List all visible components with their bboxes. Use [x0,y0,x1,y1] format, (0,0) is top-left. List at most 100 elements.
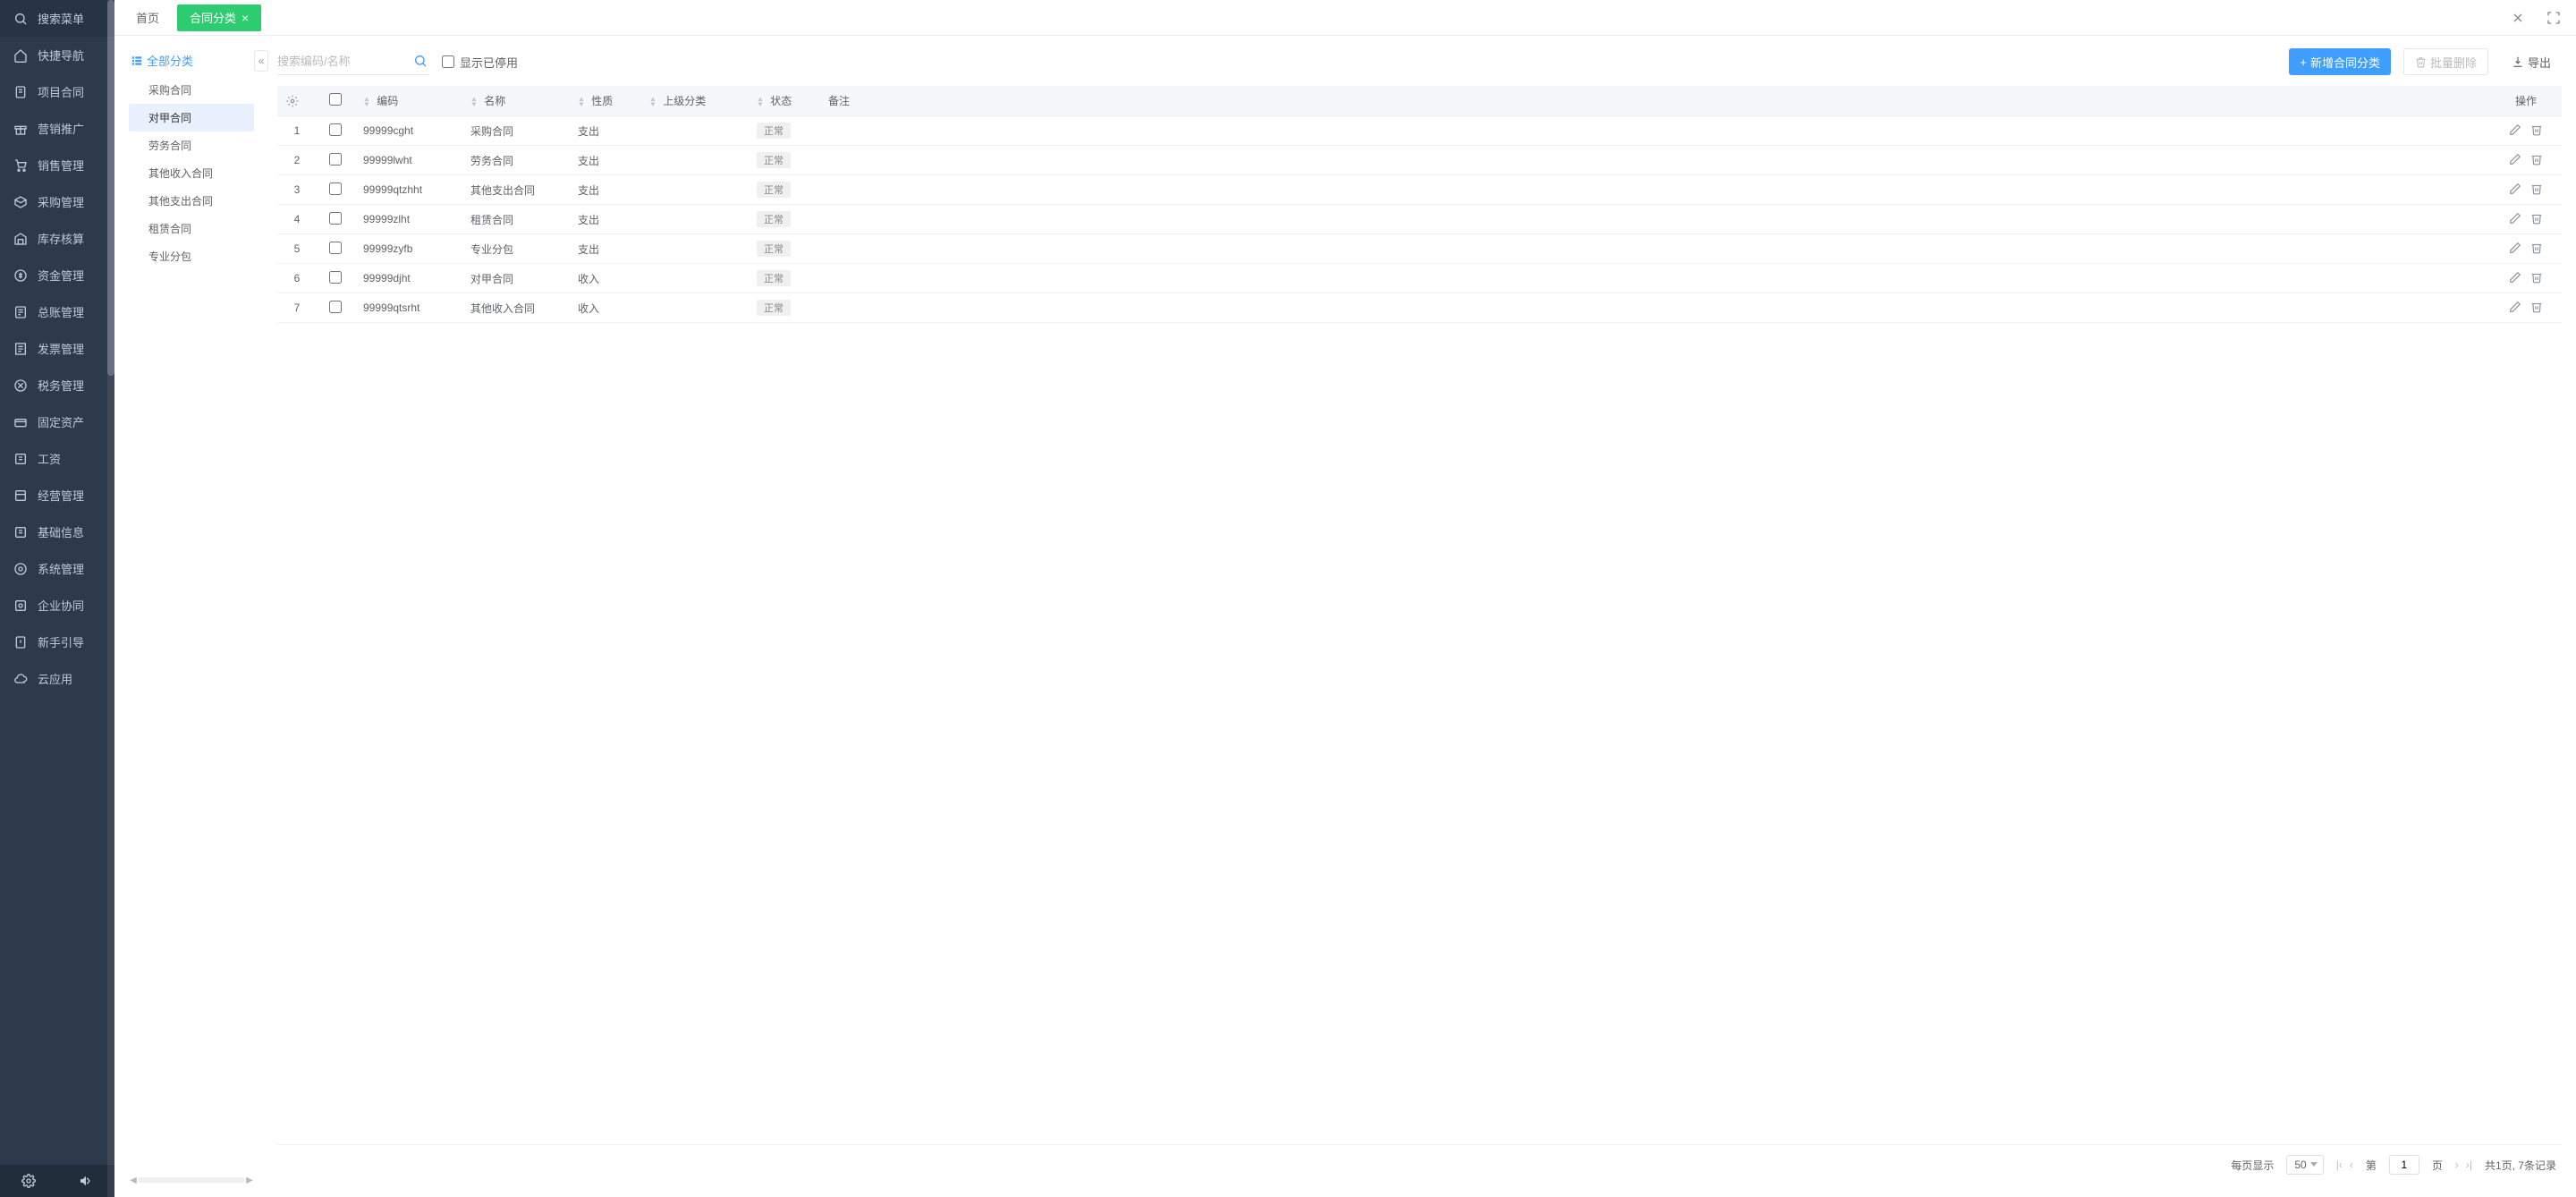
sidebar-item-4[interactable]: 销售管理 [0,147,114,183]
cell-checkbox[interactable] [317,146,354,175]
hscroll-track[interactable] [138,1177,245,1183]
fullscreen-button[interactable] [2540,4,2567,31]
sidebar-item-0[interactable]: 搜索菜单 [0,0,114,37]
sort-icon[interactable]: ▲▼ [757,97,764,107]
show-disabled-input[interactable] [442,55,454,68]
column-settings[interactable] [277,86,317,116]
sidebar-item-10[interactable]: 税务管理 [0,367,114,403]
row-checkbox[interactable] [329,153,342,166]
category-item-6[interactable]: 专业分包 [129,242,254,270]
sidebar-item-11[interactable]: 固定资产 [0,403,114,440]
row-checkbox[interactable] [329,183,342,195]
sidebar-item-18[interactable]: 云应用 [0,660,114,697]
column-nature[interactable]: ▲▼ 性质 [569,86,640,116]
edit-button[interactable] [2509,242,2521,254]
sidebar-item-16[interactable]: 企业协同 [0,587,114,624]
sidebar-item-3[interactable]: 营销推广 [0,110,114,147]
delete-button[interactable] [2530,153,2543,166]
sort-icon[interactable]: ▲▼ [470,97,478,107]
sidebar-item-8[interactable]: 总账管理 [0,293,114,330]
page-first-button[interactable]: |‹ [2336,1159,2343,1171]
category-item-4[interactable]: 其他支出合同 [129,187,254,215]
page-last-button[interactable]: ›| [2466,1159,2472,1171]
sort-icon[interactable]: ▲▼ [363,97,370,107]
sidebar-item-1[interactable]: 快捷导航 [0,37,114,73]
table-row: 199999cght采购合同支出正常 [277,116,2562,146]
edit-button[interactable] [2509,301,2521,313]
page-input[interactable] [2389,1155,2419,1175]
row-checkbox[interactable] [329,212,342,225]
sidebar-item-13[interactable]: 经营管理 [0,477,114,514]
row-checkbox[interactable] [329,301,342,313]
sort-icon[interactable]: ▲▼ [649,97,657,107]
edit-button[interactable] [2509,123,2521,136]
edit-button[interactable] [2509,212,2521,225]
category-item-1[interactable]: 对甲合同 [129,104,254,132]
delete-button[interactable] [2530,183,2543,195]
page-prev-button[interactable]: ‹ [2350,1159,2353,1171]
sidebar-item-6[interactable]: 库存核算 [0,220,114,257]
sidebar-item-15[interactable]: 系统管理 [0,550,114,587]
column-remark[interactable]: 备注 [819,86,2490,116]
close-icon[interactable]: × [242,11,249,25]
delete-button[interactable] [2530,271,2543,284]
delete-button[interactable] [2530,123,2543,136]
sidebar-item-5[interactable]: 采购管理 [0,183,114,220]
settings-button[interactable] [0,1165,57,1197]
collapse-category-panel-button[interactable]: « [254,50,268,72]
category-item-2[interactable]: 劳务合同 [129,132,254,159]
export-button[interactable]: 导出 [2501,48,2562,75]
delete-button[interactable] [2530,212,2543,225]
show-disabled-checkbox[interactable]: 显示已停用 [442,54,518,71]
sort-icon[interactable]: ▲▼ [578,97,585,107]
category-hscroll[interactable]: ◀ ▶ [129,1176,254,1184]
cell-checkbox[interactable] [317,264,354,293]
cell-code: 99999cght [354,116,462,146]
add-contract-category-button[interactable]: + 新增合同分类 [2289,48,2391,75]
cell-checkbox[interactable] [317,205,354,234]
cell-checkbox[interactable] [317,293,354,323]
sidebar-item-12[interactable]: 工资 [0,440,114,477]
column-status[interactable]: ▲▼ 状态 [748,86,819,116]
cell-checkbox[interactable] [317,116,354,146]
cell-checkbox[interactable] [317,234,354,264]
sidebar-scrollbar[interactable] [107,0,114,1197]
sidebar-item-17[interactable]: 新手引导 [0,624,114,660]
row-checkbox[interactable] [329,123,342,136]
row-checkbox[interactable] [329,271,342,284]
edit-button[interactable] [2509,271,2521,284]
sidebar-item-label: 固定资产 [38,413,84,430]
sidebar-item-2[interactable]: 项目合同 [0,73,114,110]
search-input[interactable] [277,48,429,75]
category-item-5[interactable]: 租赁合同 [129,215,254,242]
sidebar-scrollbar-thumb[interactable] [107,0,114,376]
column-select-all[interactable] [317,86,354,116]
close-all-tabs-button[interactable] [2504,4,2531,31]
category-item-0[interactable]: 采购合同 [129,76,254,104]
delete-button[interactable] [2530,242,2543,254]
column-name[interactable]: ▲▼ 名称 [462,86,569,116]
page-next-button[interactable]: › [2455,1159,2459,1171]
row-checkbox[interactable] [329,242,342,254]
edit-button[interactable] [2509,153,2521,166]
per-page-select[interactable]: 50 [2286,1155,2323,1175]
category-all-button[interactable]: 全部分类 [129,48,254,76]
sidebar-item-14[interactable]: 基础信息 [0,514,114,550]
tab-contract-category[interactable]: 合同分类 × [177,4,261,31]
cell-code: 99999zlht [354,205,462,234]
search-icon[interactable] [413,54,428,68]
delete-button[interactable] [2530,301,2543,313]
batch-delete-button[interactable]: 批量删除 [2403,48,2488,75]
edit-button[interactable] [2509,183,2521,195]
collapse-sidebar-button[interactable] [57,1165,114,1197]
cell-checkbox[interactable] [317,175,354,205]
sidebar-item-7[interactable]: 资金管理 [0,257,114,293]
select-all-checkbox[interactable] [329,93,342,106]
column-parent[interactable]: ▲▼ 上级分类 [640,86,748,116]
chevron-left-icon[interactable]: ◀ [129,1176,138,1185]
sidebar-item-9[interactable]: 发票管理 [0,330,114,367]
category-item-3[interactable]: 其他收入合同 [129,159,254,187]
column-code[interactable]: ▲▼ 编码 [354,86,462,116]
tab-home[interactable]: 首页 [123,4,172,31]
chevron-right-icon[interactable]: ▶ [245,1176,254,1185]
